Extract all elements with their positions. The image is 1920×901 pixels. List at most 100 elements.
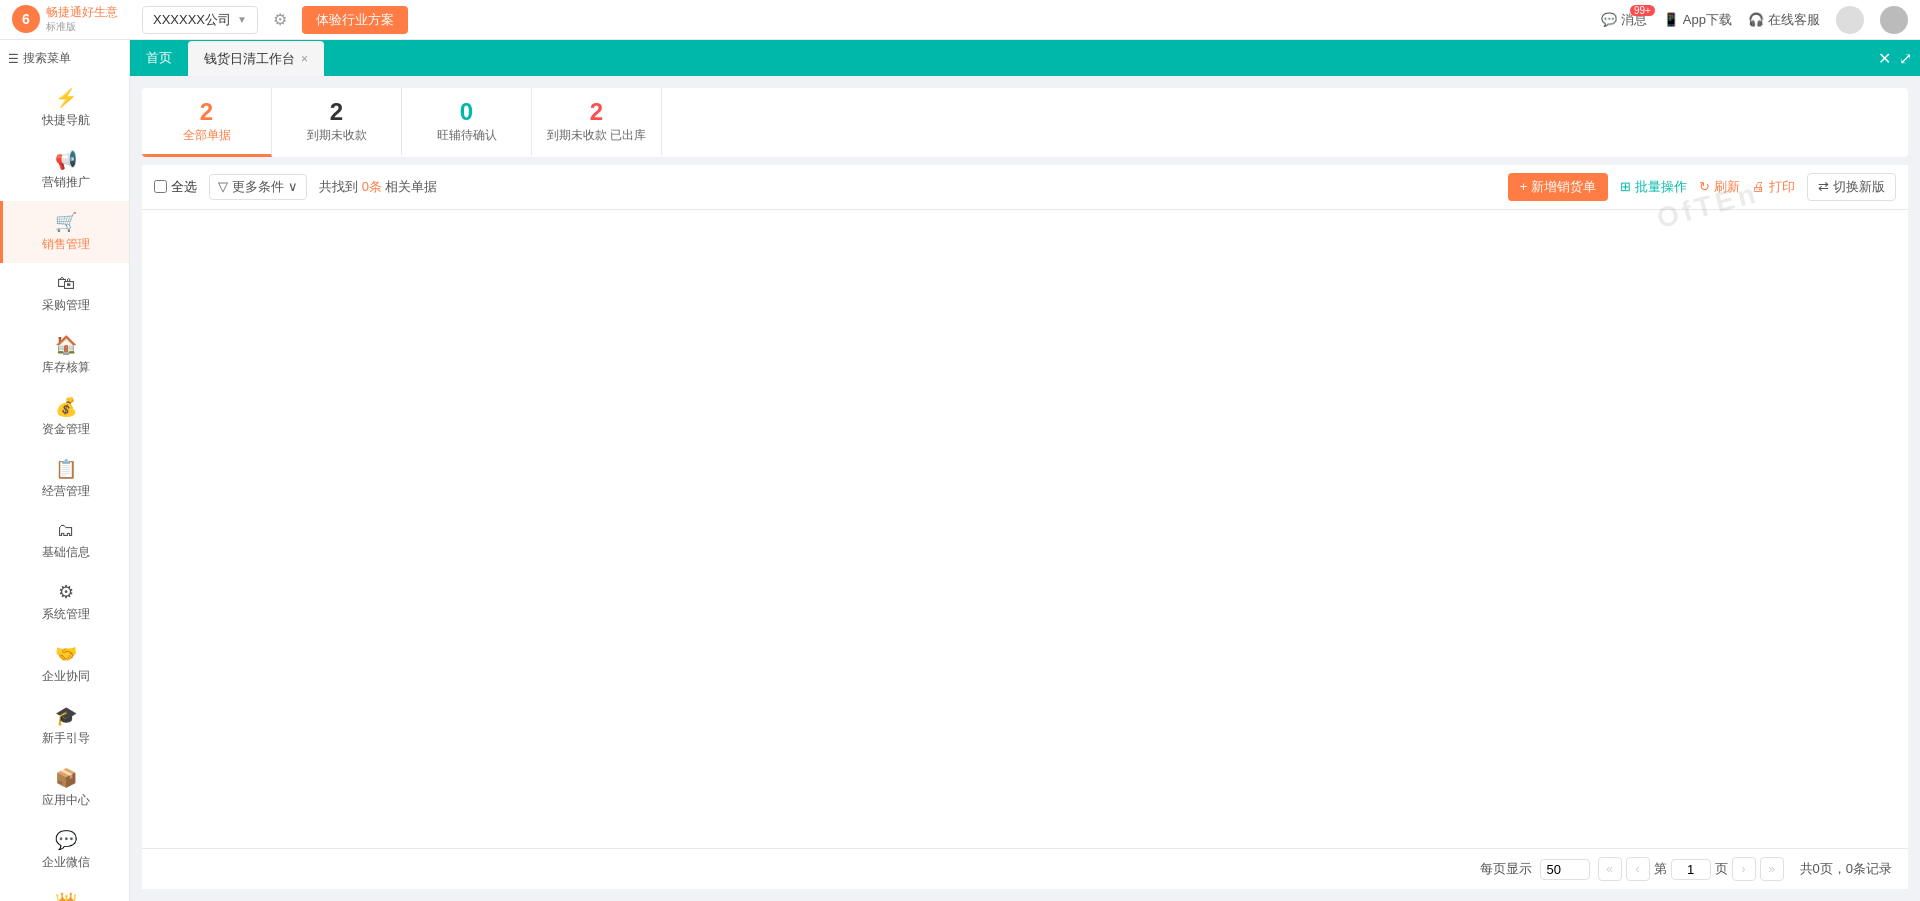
sidebar-item-quick-nav[interactable]: ⚡ 快捷导航 [0,77,129,139]
new-sale-order-button[interactable]: + 新增销货单 [1508,173,1608,201]
sidebar-search[interactable]: ☰ 搜索菜单 [0,40,129,77]
tab-bar: 首页 钱货日清工作台 × ✕ ⤢ [130,40,1920,76]
member-icon: 👑 [55,891,77,901]
sidebar-item-purchase[interactable]: 🛍 采购管理 [0,263,129,324]
logo-area: 6 畅捷通好生意 标准版 [12,5,142,33]
tab-home[interactable]: 首页 [130,40,188,76]
toolbar: 全选 ▽ 更多条件 ∨ 共找到 0条 相关单据 + 新增销货单 ⊞ 批量操作 [142,165,1908,210]
tab-close-icon[interactable]: × [301,52,308,66]
switch-version-button[interactable]: ⇄ 切换新版 [1807,173,1896,201]
company-selector[interactable]: XXXXXX公司 ▼ [142,6,258,34]
stat-label-all: 全部单据 [183,127,231,144]
finance-icon: 💰 [55,396,77,418]
switch-icon: ⇄ [1818,179,1829,194]
wechat-label: 企业微信 [42,854,90,871]
stat-number-overdue: 2 [330,98,343,127]
logo-text-block: 畅捷通好生意 标准版 [46,5,118,33]
page-size-label: 每页显示 [1480,860,1532,878]
last-page-button[interactable]: » [1760,857,1784,881]
stat-label-shipped: 到期未收款 已出库 [547,127,646,144]
stat-number-pending: 0 [460,98,473,127]
inventory-label: 库存核算 [42,359,90,376]
sidebar-item-system[interactable]: ⚙ 系统管理 [0,571,129,633]
batch-operation-button[interactable]: ⊞ 批量操作 [1620,178,1687,196]
page-size-select[interactable]: 50 100 200 [1540,859,1590,880]
stat-tab-overdue[interactable]: 2 到期未收款 [272,88,402,157]
page-content: 2 全部单据 2 到期未收款 0 旺辅待确认 2 到期未收款 已出库 [130,76,1920,901]
guide-icon: 🎓 [55,705,77,727]
toolbar-right: + 新增销货单 ⊞ 批量操作 ↻ 刷新 🖨 打印 ⇄ [1508,173,1896,201]
watermark: OfTEn [1654,210,1763,235]
message-item[interactable]: 💬 消息 99+ [1601,11,1647,29]
select-all-checkbox[interactable]: 全选 [154,178,197,196]
avatar[interactable] [1836,6,1864,34]
sidebar-item-basic-info[interactable]: 🗂 基础信息 [0,510,129,571]
operations-label: 经营管理 [42,483,90,500]
tab-minimize-button[interactable]: ✕ [1878,49,1891,68]
app-tag: 标准版 [46,20,118,34]
refresh-label: 刷新 [1714,178,1740,196]
sidebar-item-marketing[interactable]: 📢 营销推广 [0,139,129,201]
tab-bar-right: ✕ ⤢ [1878,49,1920,68]
app-download-label: App下载 [1683,11,1732,29]
tab-active[interactable]: 钱货日清工作台 × [188,41,324,77]
refresh-button[interactable]: ↻ 刷新 [1699,178,1740,196]
prev-page-button[interactable]: ‹ [1626,857,1650,881]
quick-nav-label: 快捷导航 [42,112,90,129]
quick-nav-icon: ⚡ [55,87,77,109]
select-all-input[interactable] [154,180,167,193]
system-icon: ⚙ [58,581,74,603]
table-area: OfTEn [142,210,1908,848]
stat-number-all: 2 [200,98,213,127]
more-filters-button[interactable]: ▽ 更多条件 ∨ [209,174,307,200]
stat-tab-shipped[interactable]: 2 到期未收款 已出库 [532,88,662,157]
finance-label: 资金管理 [42,421,90,438]
main-layout: ☰ 搜索菜单 ⚡ 快捷导航 📢 营销推广 🛒 销售管理 🛍 采购管理 🏠 库存核… [0,40,1920,901]
found-count: 0条 [362,179,382,194]
sidebar-item-member[interactable]: 👑 畅会员 [0,881,129,901]
stat-tab-pending[interactable]: 0 旺辅待确认 [402,88,532,157]
sidebar-item-wechat[interactable]: 💬 企业微信 [0,819,129,881]
sidebar-item-apps[interactable]: 📦 应用中心 [0,757,129,819]
sidebar-item-inventory[interactable]: 🏠 库存核算 [0,324,129,386]
app-name: 畅捷通好生意 [46,5,118,19]
app-download-item[interactable]: 📱 App下载 [1663,11,1732,29]
found-suffix: 相关单据 [385,179,437,194]
sidebar-item-sales[interactable]: 🛒 销售管理 [0,201,129,263]
first-page-button[interactable]: « [1598,857,1622,881]
found-text: 共找到 0条 相关单据 [319,178,437,196]
apps-icon: 📦 [55,767,77,789]
trial-button[interactable]: 体验行业方案 [302,6,408,34]
page-text-suffix: 页 [1715,860,1728,878]
purchase-icon: 🛍 [57,273,75,294]
online-service-item[interactable]: 🎧 在线客服 [1748,11,1820,29]
total-text: 共0页，0条记录 [1800,860,1892,878]
page-input[interactable] [1671,859,1711,880]
next-page-button[interactable]: › [1732,857,1756,881]
print-label: 打印 [1769,178,1795,196]
settings-icon[interactable]: ⚙ [266,6,294,34]
message-icon: 💬 [1601,12,1617,27]
avatar-2[interactable] [1880,6,1908,34]
found-prefix: 共找到 [319,179,358,194]
stat-label-overdue: 到期未收款 [307,127,367,144]
filter-icon: ▽ [218,179,228,194]
inventory-icon: 🏠 [55,334,77,356]
sidebar-item-operations[interactable]: 📋 经营管理 [0,448,129,510]
stat-number-shipped: 2 [590,98,603,127]
stat-tab-all[interactable]: 2 全部单据 [142,88,272,157]
sidebar-item-finance[interactable]: 💰 资金管理 [0,386,129,448]
cooperation-label: 企业协同 [42,668,90,685]
print-icon: 🖨 [1752,179,1765,194]
sidebar-item-cooperation[interactable]: 🤝 企业协同 [0,633,129,695]
sidebar: ☰ 搜索菜单 ⚡ 快捷导航 📢 营销推广 🛒 销售管理 🛍 采购管理 🏠 库存核… [0,40,130,901]
sidebar-item-guide[interactable]: 🎓 新手引导 [0,695,129,757]
apps-label: 应用中心 [42,792,90,809]
wechat-icon: 💬 [55,829,77,851]
top-header: 6 畅捷通好生意 标准版 XXXXXX公司 ▼ ⚙ 体验行业方案 💬 消息 99… [0,0,1920,40]
tab-expand-button[interactable]: ⤢ [1899,49,1912,68]
print-button[interactable]: 🖨 打印 [1752,178,1795,196]
header-right: 💬 消息 99+ 📱 App下载 🎧 在线客服 [1601,6,1908,34]
select-all-label: 全选 [171,178,197,196]
page-nav: « ‹ 第 页 › » [1598,857,1784,881]
